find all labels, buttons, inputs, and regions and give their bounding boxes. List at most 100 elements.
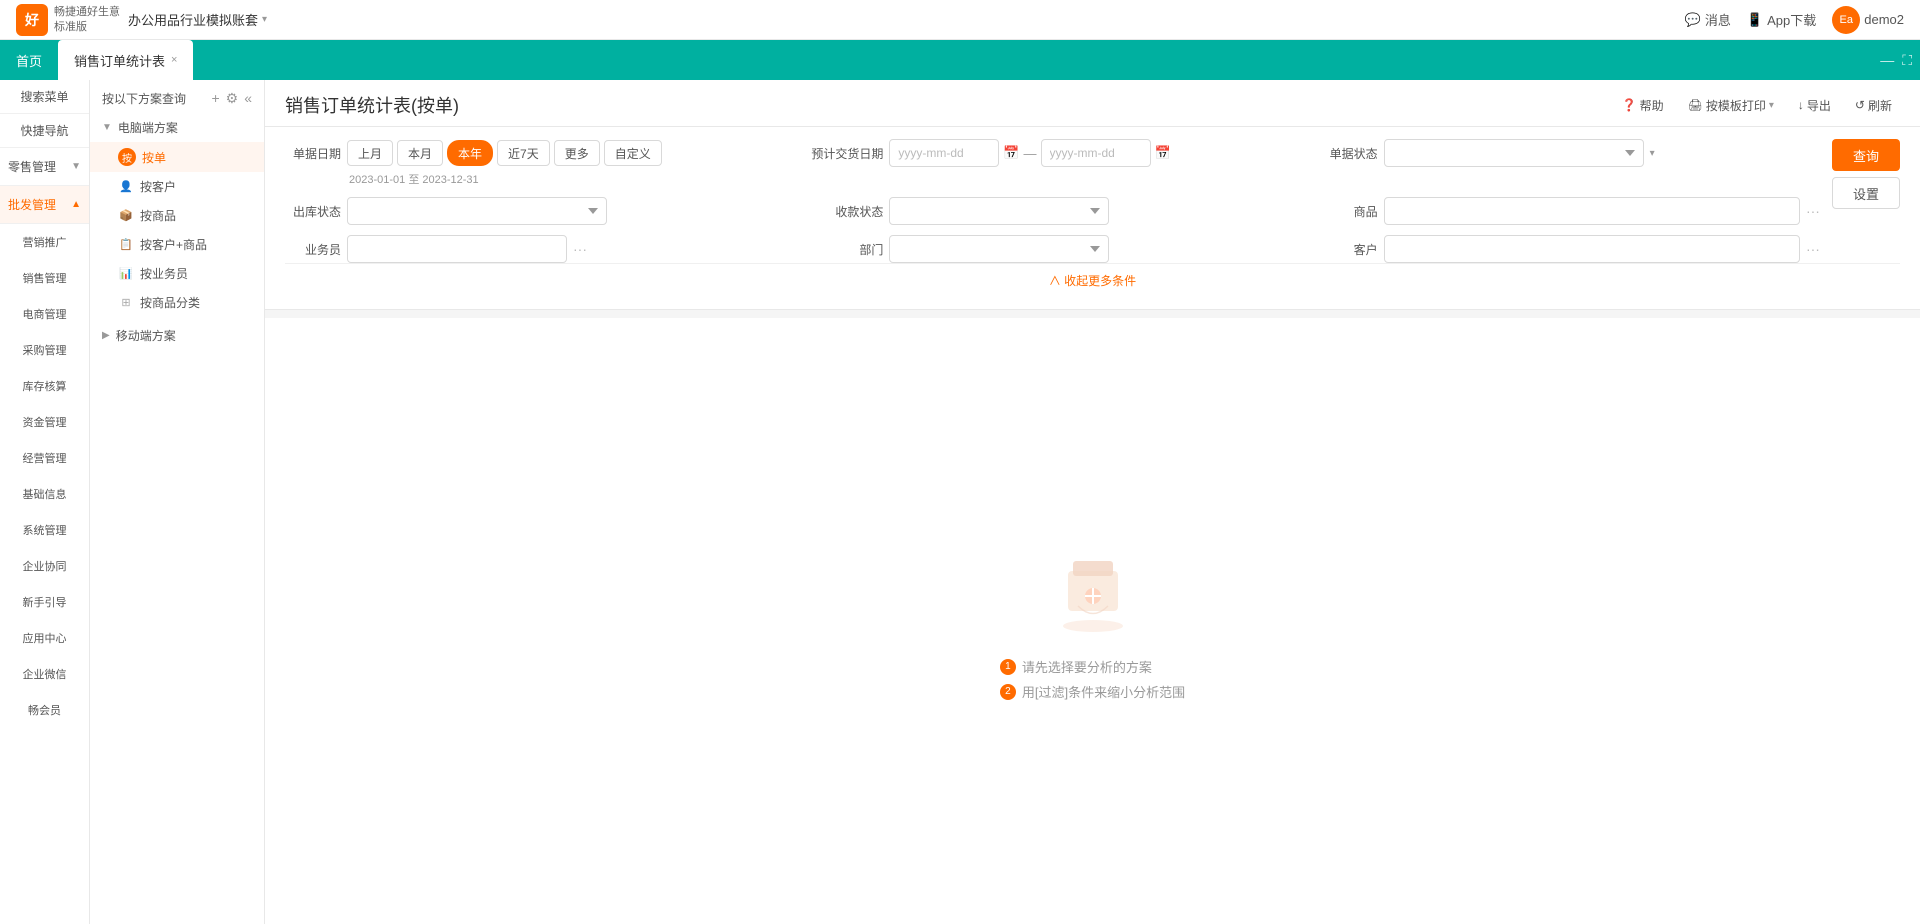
filter-field-customer: 客户 ··· [1322, 235, 1820, 263]
sidebar-item-wholesale-label: 批发管理 [8, 196, 56, 213]
main-layout: 搜索菜单 快捷导航 零售管理 ▼ 批发管理 ▲ 营销推广 销售管理 电商管理 采… [0, 80, 1920, 924]
refresh-icon: ↺ [1855, 98, 1865, 112]
filter-cols: 单据日期 上月 本月 本年 近7天 更多 自定义 2023-01-01 至 20… [285, 139, 1820, 263]
date-btn-more[interactable]: 更多 [554, 140, 600, 166]
page-header: 销售订单统计表(按单) ❓ 帮助 🖨 按模板打印 ▾ ↓ 导出 ↺ 刷新 [265, 80, 1920, 127]
goods-label: 商品 [1322, 203, 1378, 220]
tab-sales-order-stats[interactable]: 销售订单统计表 × [58, 40, 193, 80]
by-category-icon: ⊞ [118, 295, 134, 311]
dept-label: 部门 [803, 241, 883, 258]
collapse-filter-button[interactable]: ∧ 收起更多条件 [285, 263, 1900, 297]
quick-nav-label[interactable]: 快捷导航 [0, 114, 89, 148]
empty-hints: 1 请先选择要分析的方案 2 用[过滤]条件来缩小分析范围 [1000, 657, 1185, 701]
hint-num-1: 1 [1000, 659, 1016, 675]
date-btn-this-month[interactable]: 本月 [397, 140, 443, 166]
goods-input[interactable] [1384, 197, 1800, 225]
tree-item-by-goods[interactable]: 📦 按商品 [90, 201, 264, 230]
export-button[interactable]: ↓ 导出 [1790, 94, 1839, 117]
filter-field-staff: 业务员 ··· [285, 235, 783, 263]
sidebar-item-retail-label: 零售管理 [8, 158, 56, 175]
sidebar-item-ecommerce[interactable]: 电商管理 [0, 296, 89, 332]
app-title-dropdown[interactable]: 办公用品行业模拟账套 ▾ [128, 10, 267, 29]
expected-date-end[interactable] [1041, 139, 1151, 167]
receive-status-label: 收款状态 [803, 203, 883, 220]
message-icon: 💬 [1685, 12, 1701, 28]
staff-more-icon[interactable]: ··· [573, 241, 587, 257]
calendar-end-icon[interactable]: 📅 [1155, 145, 1171, 161]
customer-input[interactable] [1384, 235, 1800, 263]
sidebar-item-newbie[interactable]: 新手引导 [0, 584, 89, 620]
tree-parent-pc[interactable]: ▼ 电脑端方案 [90, 113, 264, 142]
minimize-icon[interactable]: — [1880, 52, 1894, 68]
tree-item-by-order[interactable]: 按 按单 [90, 142, 264, 172]
sidebar-item-system[interactable]: 系统管理 [0, 512, 89, 548]
filter-field-goods: 商品 ··· [1322, 197, 1820, 225]
date-btn-custom[interactable]: 自定义 [604, 140, 662, 166]
maximize-icon[interactable]: ⛶ [1902, 52, 1912, 69]
settings-scheme-icon[interactable]: ⚙ [226, 90, 239, 107]
tree-item-by-staff[interactable]: 📊 按业务员 [90, 259, 264, 288]
sidebar-item-management[interactable]: 经营管理 [0, 440, 89, 476]
nav-tabs: 首页 销售订单统计表 × — ⛶ [0, 40, 1920, 80]
sidebar-item-wechat[interactable]: 企业微信 [0, 656, 89, 692]
date-btn-last-month[interactable]: 上月 [347, 140, 393, 166]
sidebar-item-finance[interactable]: 资金管理 [0, 404, 89, 440]
sidebar-item-purchase[interactable]: 采购管理 [0, 332, 89, 368]
sidebar-item-inventory[interactable]: 库存核算 [0, 368, 89, 404]
top-bar-right: 💬 消息 📱 App下载 Ea demo2 [1685, 6, 1904, 34]
staff-input[interactable] [347, 235, 567, 263]
refresh-button[interactable]: ↺ 刷新 [1847, 94, 1900, 117]
tree-item-by-customer[interactable]: 👤 按客户 [90, 172, 264, 201]
date-separator: — [1024, 146, 1037, 161]
app-download-button[interactable]: 📱 App下载 [1747, 10, 1816, 29]
sidebar-item-marketing[interactable]: 营销推广 [0, 224, 89, 260]
expected-date-start[interactable] [889, 139, 999, 167]
date-btn-7days[interactable]: 近7天 [497, 140, 550, 166]
sidebar-item-enterprise-collab[interactable]: 企业协同 [0, 548, 89, 584]
top-bar-left: 好 畅捷通好生意 标准版 办公用品行业模拟账套 ▾ [16, 4, 267, 36]
tree-item-by-category[interactable]: ⊞ 按商品分类 [90, 288, 264, 317]
tree-parent-mobile[interactable]: ▶ 移动端方案 [90, 321, 264, 350]
search-menu-label[interactable]: 搜索菜单 [8, 88, 81, 105]
add-scheme-icon[interactable]: + [211, 90, 219, 107]
filter-area: 单据日期 上月 本月 本年 近7天 更多 自定义 2023-01-01 至 20… [265, 127, 1920, 310]
goods-more-icon[interactable]: ··· [1806, 203, 1820, 219]
dept-select[interactable] [889, 235, 1109, 263]
tab-home[interactable]: 首页 [0, 40, 58, 80]
left-panel: 按以下方案查询 + ⚙ « ▼ 电脑端方案 按 按单 👤 按客户 📦 按商品 📋… [90, 80, 265, 924]
out-status-select[interactable] [347, 197, 607, 225]
bill-status-select[interactable] [1384, 139, 1644, 167]
print-dropdown-icon: ▾ [1769, 100, 1774, 111]
phone-icon: 📱 [1747, 12, 1763, 28]
receive-status-select[interactable] [889, 197, 1109, 225]
sidebar-search[interactable]: 搜索菜单 [0, 80, 89, 114]
sidebar: 搜索菜单 快捷导航 零售管理 ▼ 批发管理 ▲ 营销推广 销售管理 电商管理 采… [0, 80, 90, 924]
customer-more-icon[interactable]: ··· [1806, 241, 1820, 257]
sidebar-item-basic-info[interactable]: 基础信息 [0, 476, 89, 512]
customer-label: 客户 [1322, 241, 1378, 258]
sidebar-item-retail[interactable]: 零售管理 ▼ [0, 148, 89, 185]
retail-arrow-icon: ▼ [71, 161, 81, 172]
wholesale-arrow-icon: ▲ [71, 199, 81, 210]
calendar-start-icon[interactable]: 📅 [1003, 145, 1019, 161]
reset-button[interactable]: 设置 [1832, 177, 1900, 209]
empty-hint-2: 2 用[过滤]条件来缩小分析范围 [1000, 682, 1185, 701]
nav-right-icons: — ⛶ [1880, 52, 1920, 69]
by-order-icon: 按 [118, 148, 136, 166]
hint-num-2: 2 [1000, 684, 1016, 700]
tree-item-by-customer-goods[interactable]: 📋 按客户+商品 [90, 230, 264, 259]
print-button[interactable]: 🖨 按模板打印 ▾ [1680, 94, 1782, 117]
close-tab-icon[interactable]: × [171, 54, 177, 66]
message-button[interactable]: 💬 消息 [1685, 10, 1731, 29]
query-button[interactable]: 查询 [1832, 139, 1900, 171]
collapse-panel-icon[interactable]: « [244, 90, 252, 107]
user-menu[interactable]: Ea demo2 [1832, 6, 1904, 34]
sidebar-item-member[interactable]: 畅会员 [0, 692, 89, 728]
page-actions: ❓ 帮助 🖨 按模板打印 ▾ ↓ 导出 ↺ 刷新 [1614, 94, 1900, 117]
bill-status-label: 单据状态 [1322, 145, 1378, 162]
sidebar-item-sales[interactable]: 销售管理 [0, 260, 89, 296]
sidebar-item-wholesale[interactable]: 批发管理 ▲ [0, 186, 89, 223]
help-button[interactable]: ❓ 帮助 [1614, 94, 1672, 117]
date-btn-this-year[interactable]: 本年 [447, 140, 493, 166]
sidebar-item-app-center[interactable]: 应用中心 [0, 620, 89, 656]
